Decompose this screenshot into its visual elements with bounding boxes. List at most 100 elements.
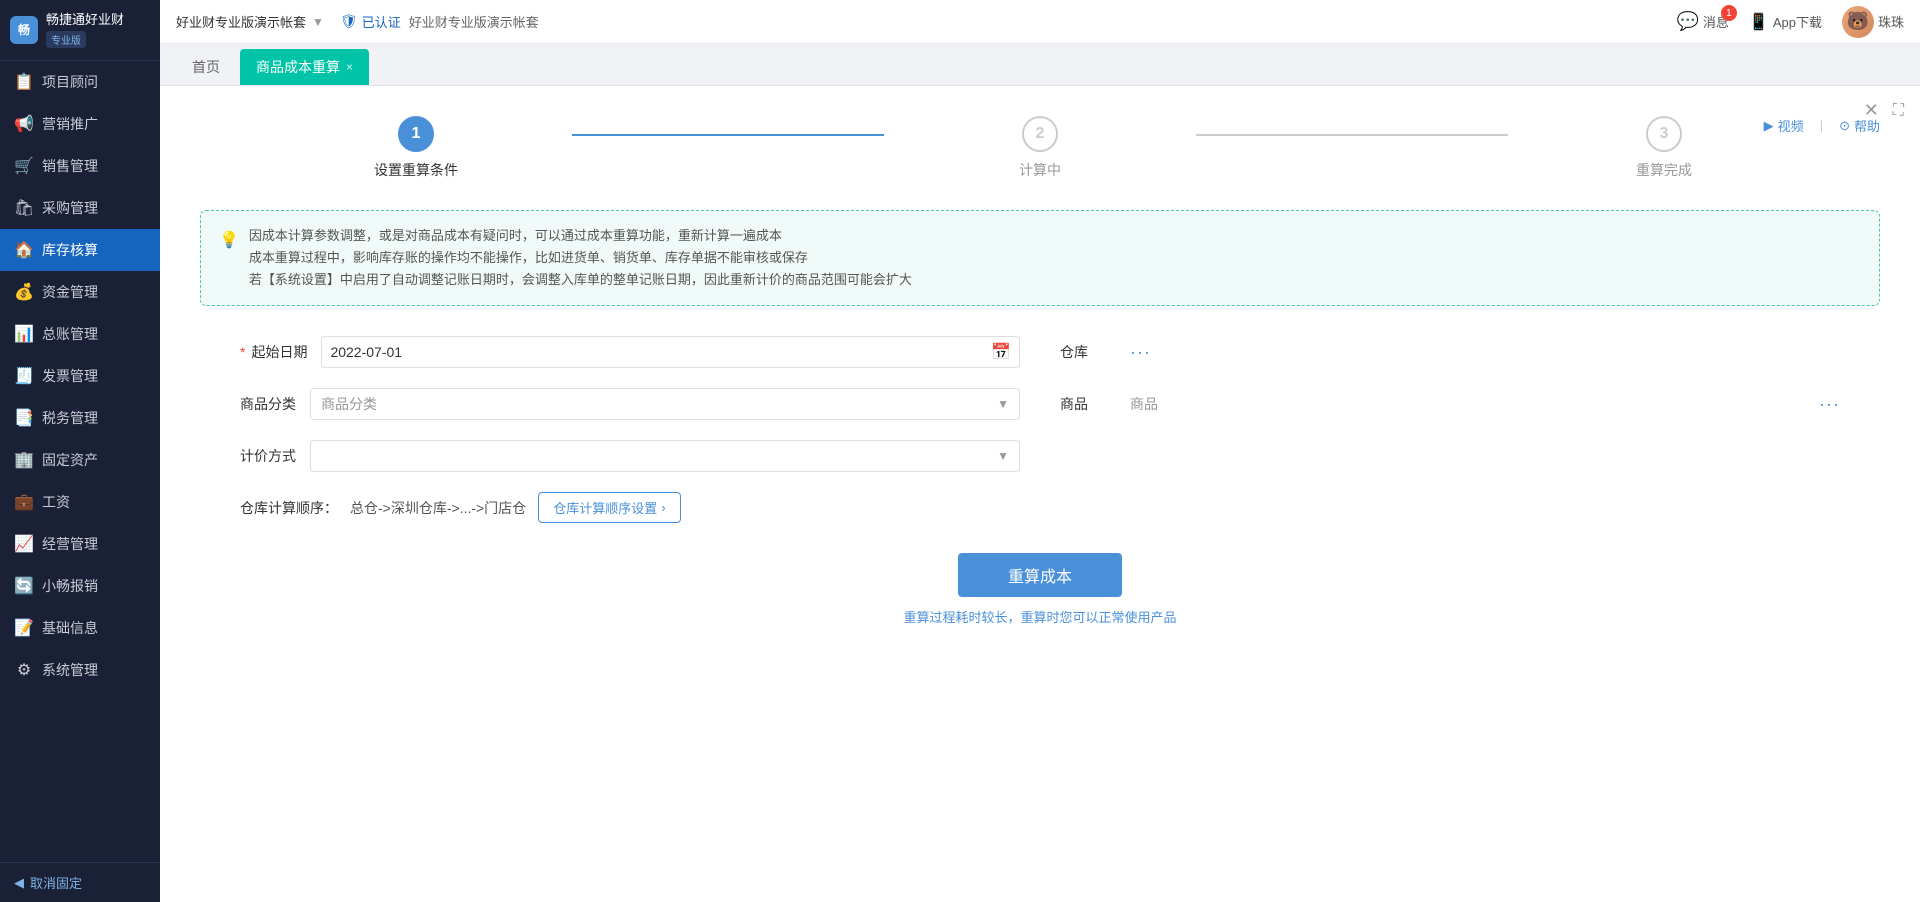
tab-home[interactable]: 首页 <box>176 49 236 85</box>
pricing-select[interactable]: ▼ <box>310 440 1020 472</box>
unpin-icon: ◀ <box>14 875 24 891</box>
sidebar: 畅 畅捷通好业财 专业版 📋 项目顾问 📢 营销推广 🛒 销售管理 🛍 采购管理… <box>0 0 160 902</box>
message-icon: 💬 <box>1676 11 1698 32</box>
warehouse-order-label: 仓库计算顺序： <box>240 498 338 518</box>
user-profile[interactable]: 🐻 珠珠 <box>1842 6 1904 38</box>
finance-icon: 💰 <box>14 282 34 302</box>
required-star: * <box>240 344 245 360</box>
sidebar-item-project[interactable]: 📋 项目顾问 <box>0 61 160 103</box>
shield-icon: 🛡 <box>340 13 358 30</box>
mobile-icon: 📱 <box>1749 12 1769 32</box>
management-icon: 📈 <box>14 534 34 554</box>
sidebar-item-accounting[interactable]: 📊 总账管理 <box>0 313 160 355</box>
sidebar-nav: 📋 项目顾问 📢 营销推广 🛒 销售管理 🛍 采购管理 🏠 库存核算 💰 资金管… <box>0 61 160 862</box>
sidebar-item-invoice[interactable]: 🧾 发票管理 <box>0 355 160 397</box>
sidebar-item-basic[interactable]: 📝 基础信息 <box>0 607 160 649</box>
info-line-3: 若【系统设置】中启用了自动调整记账日期时，会调整入库单的整单记账日期，因此重新计… <box>249 269 912 291</box>
pricing-dropdown-icon: ▼ <box>997 449 1009 463</box>
sidebar-item-inventory[interactable]: 🏠 库存核算 <box>0 229 160 271</box>
product-placeholder: 商品 <box>1130 394 1158 414</box>
sidebar-item-assets[interactable]: 🏢 固定资产 <box>0 439 160 481</box>
submit-area: 重算成本 重算过程耗时较长，重算时您可以正常使用产品 <box>240 553 1840 626</box>
recalc-button[interactable]: 重算成本 <box>958 553 1122 597</box>
recalc-hint: 重算过程耗时较长，重算时您可以正常使用产品 <box>903 607 1176 626</box>
warehouse-field: 仓库 ··· <box>1060 342 1840 363</box>
step-label-2: 计算中 <box>1019 160 1061 180</box>
sales-icon: 🛒 <box>14 156 34 176</box>
chevron-right-icon: › <box>661 500 665 515</box>
tax-icon: 📑 <box>14 408 34 428</box>
avatar: 🐻 <box>1842 6 1874 38</box>
basic-icon: 📝 <box>14 618 34 638</box>
sidebar-label-expense: 小畅报销 <box>42 576 98 596</box>
sidebar-item-expense[interactable]: 🔄 小畅报销 <box>0 565 160 607</box>
sidebar-label-tax: 税务管理 <box>42 408 98 428</box>
product-select-btn[interactable]: ··· <box>1819 394 1840 415</box>
sidebar-label-finance: 资金管理 <box>42 282 98 302</box>
step-circle-1: 1 <box>398 116 434 152</box>
inventory-icon: 🏠 <box>14 240 34 260</box>
tab-bar: 首页 商品成本重算 × <box>160 44 1920 86</box>
start-date-input-wrapper: 📅 <box>321 336 1020 368</box>
company-name: 好业财专业版演示帐套 <box>409 12 539 31</box>
purchase-icon: 🛍 <box>14 198 34 218</box>
sidebar-label-payroll: 工资 <box>42 492 70 512</box>
calendar-icon[interactable]: 📅 <box>991 342 1011 362</box>
topbar: 好业财专业版演示帐套 ▼ 🛡 已认证 好业财专业版演示帐套 💬 消息 1 📱 A… <box>160 0 1920 44</box>
unpin-button[interactable]: ◀ 取消固定 <box>0 862 160 902</box>
step-3: 3 重算完成 <box>1508 116 1820 180</box>
unpin-label: 取消固定 <box>30 873 82 892</box>
start-date-label-group: * 起始日期 <box>240 342 311 362</box>
app-name: 畅捷通好业财 <box>46 12 124 29</box>
sidebar-item-sales[interactable]: 🛒 销售管理 <box>0 145 160 187</box>
account-name: 好业财专业版演示帐套 <box>176 12 306 31</box>
category-dropdown-icon: ▼ <box>997 397 1009 411</box>
app-download-label: App下载 <box>1773 12 1822 31</box>
pricing-field: 计价方式 ▼ <box>240 440 1020 472</box>
category-select[interactable]: 商品分类 ▼ <box>310 388 1020 420</box>
form-row-1: * 起始日期 📅 仓库 ··· <box>240 336 1840 368</box>
tab-cost-recalc-label: 商品成本重算 <box>256 57 340 77</box>
expand-window-icon[interactable]: ⛶ <box>1893 102 1904 120</box>
tab-close-icon[interactable]: × <box>346 60 353 74</box>
step-label-1: 设置重算条件 <box>374 160 458 180</box>
user-name: 珠珠 <box>1878 12 1904 31</box>
logo-icon: 畅 <box>10 16 38 44</box>
form-row-3: 计价方式 ▼ <box>240 440 1840 472</box>
info-icon: 💡 <box>219 227 239 291</box>
sidebar-item-management[interactable]: 📈 经营管理 <box>0 523 160 565</box>
stepper: 1 设置重算条件 2 计算中 3 重算完成 <box>200 116 1880 180</box>
step-line-1 <box>572 134 884 136</box>
verified-label: 已认证 <box>362 12 401 31</box>
sidebar-label-management: 经营管理 <box>42 534 98 554</box>
sidebar-item-system[interactable]: ⚙ 系统管理 <box>0 649 160 691</box>
expense-icon: 🔄 <box>14 576 34 596</box>
category-placeholder: 商品分类 <box>321 394 377 414</box>
logo-text-block: 畅捷通好业财 专业版 <box>46 12 124 48</box>
sidebar-item-purchase[interactable]: 🛍 采购管理 <box>0 187 160 229</box>
step-number-3: 3 <box>1660 125 1669 143</box>
account-selector[interactable]: 好业财专业版演示帐套 ▼ <box>176 12 324 31</box>
start-date-label: 起始日期 <box>251 342 311 362</box>
warehouse-label: 仓库 <box>1060 342 1120 362</box>
app-download-button[interactable]: 📱 App下载 <box>1749 12 1822 32</box>
project-icon: 📋 <box>14 72 34 92</box>
content-area: ✕ ⛶ ▶ 视频 | ⊙ 帮助 1 <box>160 86 1920 902</box>
message-button[interactable]: 💬 消息 1 <box>1676 11 1728 32</box>
step-number-1: 1 <box>412 125 421 143</box>
category-field: 商品分类 商品分类 ▼ <box>240 388 1020 420</box>
warehouse-order-btn-label: 仓库计算顺序设置 <box>553 498 657 517</box>
sidebar-item-payroll[interactable]: 💼 工资 <box>0 481 160 523</box>
sidebar-label-marketing: 营销推广 <box>42 114 98 134</box>
sidebar-label-assets: 固定资产 <box>42 450 98 470</box>
info-line-1: 因成本计算参数调整，或是对商品成本有疑问时，可以通过成本重算功能，重新计算一遍成… <box>249 225 912 247</box>
tab-cost-recalc[interactable]: 商品成本重算 × <box>240 49 369 85</box>
warehouse-order-settings-btn[interactable]: 仓库计算顺序设置 › <box>538 492 680 523</box>
sidebar-item-tax[interactable]: 📑 税务管理 <box>0 397 160 439</box>
step-1: 1 设置重算条件 <box>260 116 572 180</box>
warehouse-select-btn[interactable]: ··· <box>1130 342 1151 363</box>
sidebar-item-marketing[interactable]: 📢 营销推广 <box>0 103 160 145</box>
step-label-3: 重算完成 <box>1636 160 1692 180</box>
start-date-input[interactable] <box>330 337 991 367</box>
sidebar-item-finance[interactable]: 💰 资金管理 <box>0 271 160 313</box>
